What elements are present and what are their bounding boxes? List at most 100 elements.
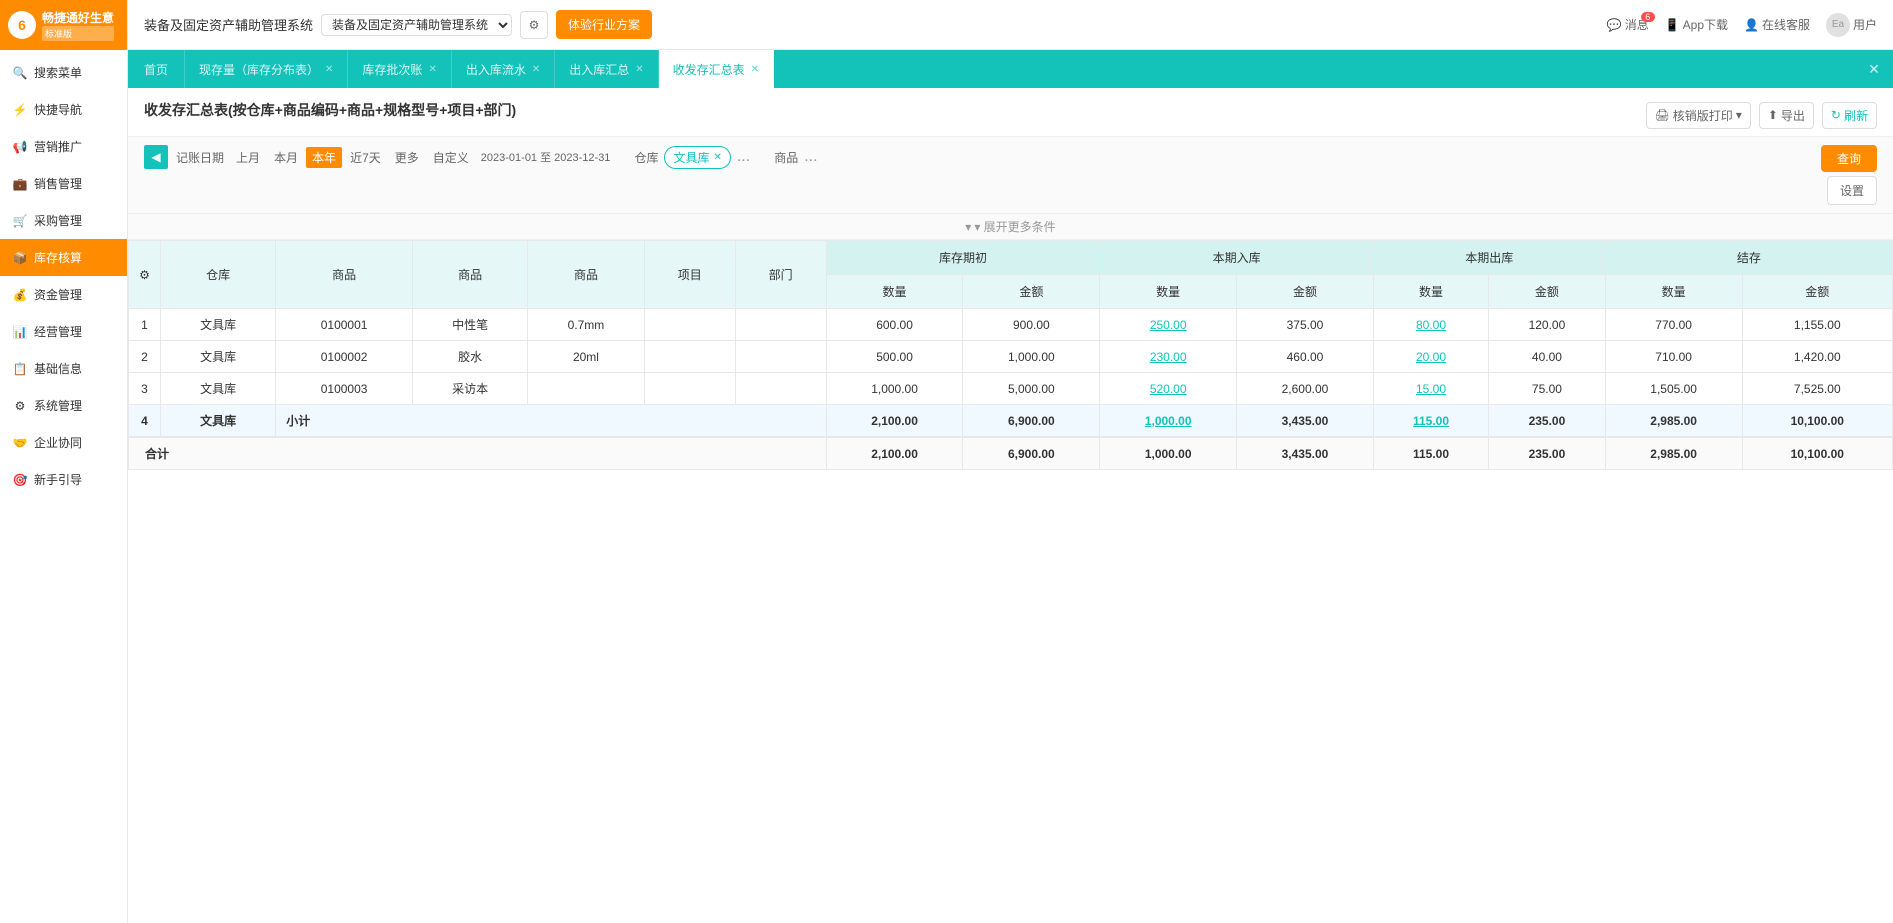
- col-settings-header[interactable]: ⚙: [129, 241, 161, 309]
- tab-close-summary[interactable]: ✕: [635, 64, 643, 75]
- table-settings-icon: ⚙: [139, 268, 150, 282]
- expand-more-button[interactable]: ▾ ▾ 展开更多条件: [965, 218, 1055, 235]
- row-bal-qty: 770.00: [1605, 309, 1742, 341]
- app-download-button[interactable]: 📱 App下载: [1665, 16, 1728, 33]
- date-btn-this-year[interactable]: 本年: [306, 147, 342, 168]
- system-selector[interactable]: 装备及固定资产辅助管理系统: [321, 14, 512, 36]
- sidebar-item-finance[interactable]: 💰 资金管理: [0, 276, 127, 313]
- sales-icon: 💼: [12, 176, 28, 192]
- top-header: 装备及固定资产辅助管理系统 装备及固定资产辅助管理系统 ⚙ 体验行业方案 💬 消…: [128, 0, 1893, 50]
- trial-button[interactable]: 体验行业方案: [556, 10, 652, 39]
- row-spec: [528, 373, 645, 405]
- tab-home[interactable]: 首页: [128, 50, 185, 88]
- tab-bar-close-all[interactable]: ✕: [1855, 50, 1893, 88]
- row-bal-qty: 710.00: [1605, 341, 1742, 373]
- row-bal-qty: 1,505.00: [1605, 373, 1742, 405]
- header-left: 装备及固定资产辅助管理系统 装备及固定资产辅助管理系统 ⚙ 体验行业方案: [144, 10, 652, 39]
- settings-button[interactable]: ⚙: [520, 11, 548, 39]
- subtotal-out-qty[interactable]: 115.00: [1373, 405, 1488, 438]
- row-code: 0100003: [276, 373, 413, 405]
- row-open-amt: 1,000.00: [963, 341, 1100, 373]
- filter-left: ◀ 记账日期 上月 本月 本年 近7天 更多 自定义 2023-01-01 至 …: [144, 145, 1809, 169]
- operations-icon: 📊: [12, 324, 28, 340]
- tab-bar: 首页 现存量（库存分布表） ✕ 库存批次账 ✕ 出入库流水 ✕ 出入库汇总 ✕ …: [128, 50, 1893, 88]
- row-in-qty[interactable]: 520.00: [1100, 373, 1237, 405]
- table-row: 3 文具库 0100003 采访本 1,000.00 5,000.00 520.…: [129, 373, 1893, 405]
- date-btn-last-month[interactable]: 上月: [230, 147, 266, 168]
- tab-recv-send-summary[interactable]: 收发存汇总表 ✕: [659, 50, 774, 88]
- warehouse-tag-remove[interactable]: ✕: [713, 152, 721, 163]
- row-in-qty[interactable]: 230.00: [1100, 341, 1237, 373]
- sidebar-item-inventory[interactable]: 📦 库存核算: [0, 239, 127, 276]
- row-bal-amt: 1,420.00: [1742, 341, 1892, 373]
- filter-setting-button[interactable]: 设置: [1827, 176, 1877, 205]
- row-open-amt: 900.00: [963, 309, 1100, 341]
- sidebar-item-system[interactable]: ⚙ 系统管理: [0, 387, 127, 424]
- export-icon: ⬆: [1768, 108, 1778, 122]
- sidebar-item-operations[interactable]: 📊 经营管理: [0, 313, 127, 350]
- sidebar-item-search[interactable]: 🔍 搜索菜单: [0, 54, 127, 91]
- logo-icon: 6: [8, 11, 36, 39]
- row-no: 2: [129, 341, 161, 373]
- sidebar-item-sales[interactable]: 💼 销售管理: [0, 165, 127, 202]
- tab-batch-account[interactable]: 库存批次账 ✕: [348, 50, 451, 88]
- sidebar-item-quick-nav[interactable]: ⚡ 快捷导航: [0, 91, 127, 128]
- tab-close-flow[interactable]: ✕: [532, 64, 540, 75]
- system-name: 装备及固定资产辅助管理系统: [144, 15, 313, 34]
- messages-button[interactable]: 💬 消息 6: [1607, 16, 1649, 33]
- row-out-qty[interactable]: 80.00: [1373, 309, 1488, 341]
- query-button[interactable]: 查询: [1821, 145, 1877, 172]
- tab-current-stock[interactable]: 现存量（库存分布表） ✕: [185, 50, 348, 88]
- date-btn-custom[interactable]: 自定义: [427, 147, 475, 168]
- tab-close-batch[interactable]: ✕: [428, 64, 436, 75]
- col-spec-header: 商品: [528, 241, 645, 309]
- subtotal-out-amt: 235.00: [1489, 405, 1606, 438]
- date-btn-this-month[interactable]: 本月: [268, 147, 304, 168]
- sidebar-item-purchase[interactable]: 🛒 采购管理: [0, 202, 127, 239]
- sidebar-logo: 6 畅捷通好生意 标准版: [0, 0, 127, 50]
- row-open-qty: 1,000.00: [826, 373, 963, 405]
- date-btn-more[interactable]: 更多: [389, 147, 425, 168]
- row-out-qty[interactable]: 15.00: [1373, 373, 1488, 405]
- tab-in-out-flow[interactable]: 出入库流水 ✕: [452, 50, 555, 88]
- sidebar-item-marketing[interactable]: 📢 营销推广: [0, 128, 127, 165]
- sidebar-item-guide[interactable]: 🎯 新手引导: [0, 461, 127, 498]
- tab-close-current-stock[interactable]: ✕: [325, 64, 333, 75]
- summary-table: ⚙ 仓库 商品 商品 商品 项目 部门 库存期初 本期入库 本期出库 结存: [128, 240, 1893, 470]
- filter-toggle-button[interactable]: ◀: [144, 145, 168, 169]
- tab-in-out-summary[interactable]: 出入库汇总 ✕: [555, 50, 658, 88]
- tab-close-recv-send[interactable]: ✕: [751, 64, 759, 75]
- subtotal-in-qty[interactable]: 1,000.00: [1100, 405, 1237, 438]
- export-button[interactable]: ⬆ 导出: [1759, 102, 1814, 129]
- row-out-amt: 40.00: [1489, 341, 1606, 373]
- online-service-button[interactable]: 👤 在线客服: [1744, 16, 1810, 33]
- finance-icon: 💰: [12, 287, 28, 303]
- basic-icon: 📋: [12, 361, 28, 377]
- row-out-qty[interactable]: 20.00: [1373, 341, 1488, 373]
- row-open-qty: 600.00: [826, 309, 963, 341]
- print-button[interactable]: 🖨 核销版打印 ▾: [1646, 102, 1751, 129]
- row-dept: [735, 341, 826, 373]
- sidebar-item-collab[interactable]: 🤝 企业协同: [0, 424, 127, 461]
- row-name: 胶水: [413, 341, 528, 373]
- subtotal-row: 4 文具库 小计 2,100.00 6,900.00 1,000.00 3,43…: [129, 405, 1893, 438]
- warehouse-label: 仓库: [634, 149, 658, 166]
- goods-more-btn[interactable]: ...: [804, 148, 817, 166]
- row-dept: [735, 309, 826, 341]
- row-code: 0100002: [276, 341, 413, 373]
- date-btn-7days[interactable]: 近7天: [344, 147, 387, 168]
- sidebar-item-basic[interactable]: 📋 基础信息: [0, 350, 127, 387]
- row-in-qty[interactable]: 250.00: [1100, 309, 1237, 341]
- warehouse-more-btn[interactable]: ...: [737, 148, 750, 166]
- expand-more-section: ▾ ▾ 展开更多条件: [128, 214, 1893, 240]
- table-container: ⚙ 仓库 商品 商品 商品 项目 部门 库存期初 本期入库 本期出库 结存: [128, 240, 1893, 923]
- col-out-group: 本期出库: [1373, 241, 1605, 275]
- row-project: [644, 373, 735, 405]
- row-in-amt: 375.00: [1237, 309, 1374, 341]
- table-row: 2 文具库 0100002 胶水 20ml 500.00 1,000.00 23…: [129, 341, 1893, 373]
- date-label: 记账日期: [176, 149, 224, 166]
- user-menu[interactable]: Ea 用户: [1826, 13, 1877, 37]
- total-open-qty: 2,100.00: [826, 437, 963, 470]
- service-icon: 👤: [1744, 18, 1759, 32]
- refresh-button[interactable]: ↻ 刷新: [1822, 102, 1877, 129]
